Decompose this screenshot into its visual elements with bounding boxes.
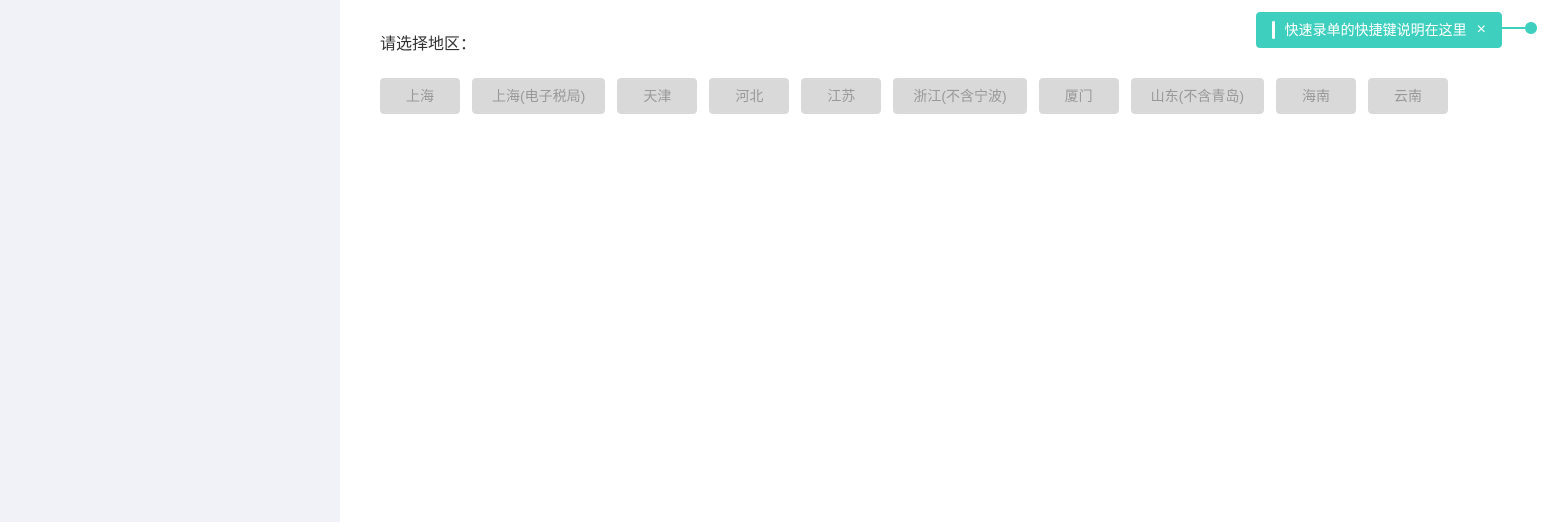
region-btn-shanghai[interactable]: 上海 [380, 78, 460, 114]
region-btn-jiangsu[interactable]: 江苏 [801, 78, 881, 114]
region-buttons-container: 上海上海(电子税局) 天津河北江苏浙江(不含宁波) 厦门山东(不含青岛) 海南云南 [380, 78, 1522, 114]
tooltip-text: 快速录单的快捷键说明在这里 [1285, 20, 1467, 40]
main-content: 请选择地区： 上海上海(电子税局)天津河北江苏浙江(不含宁波)厦门山东(不含青岛… [340, 0, 1562, 522]
tooltip-dot [1525, 22, 1537, 34]
region-btn-xiamen[interactable]: 厦门 [1039, 78, 1119, 114]
tooltip-close-button[interactable]: × [1477, 22, 1486, 38]
region-btn-shandong[interactable]: 山东(不含青岛) [1131, 78, 1264, 114]
region-btn-tianjin[interactable]: 天津 [617, 78, 697, 114]
tooltip-banner: 快速录单的快捷键说明在这里 × [1256, 12, 1502, 48]
region-btn-zhejiang[interactable]: 浙江(不含宁波) [893, 78, 1026, 114]
region-btn-hainan[interactable]: 海南 [1276, 78, 1356, 114]
left-sidebar [0, 0, 340, 522]
region-btn-yunnan[interactable]: 云南 [1368, 78, 1448, 114]
region-btn-shanghai-etax[interactable]: 上海(电子税局) [472, 78, 605, 114]
region-btn-hebei[interactable]: 河北 [709, 78, 789, 114]
tooltip-line [1495, 27, 1525, 29]
